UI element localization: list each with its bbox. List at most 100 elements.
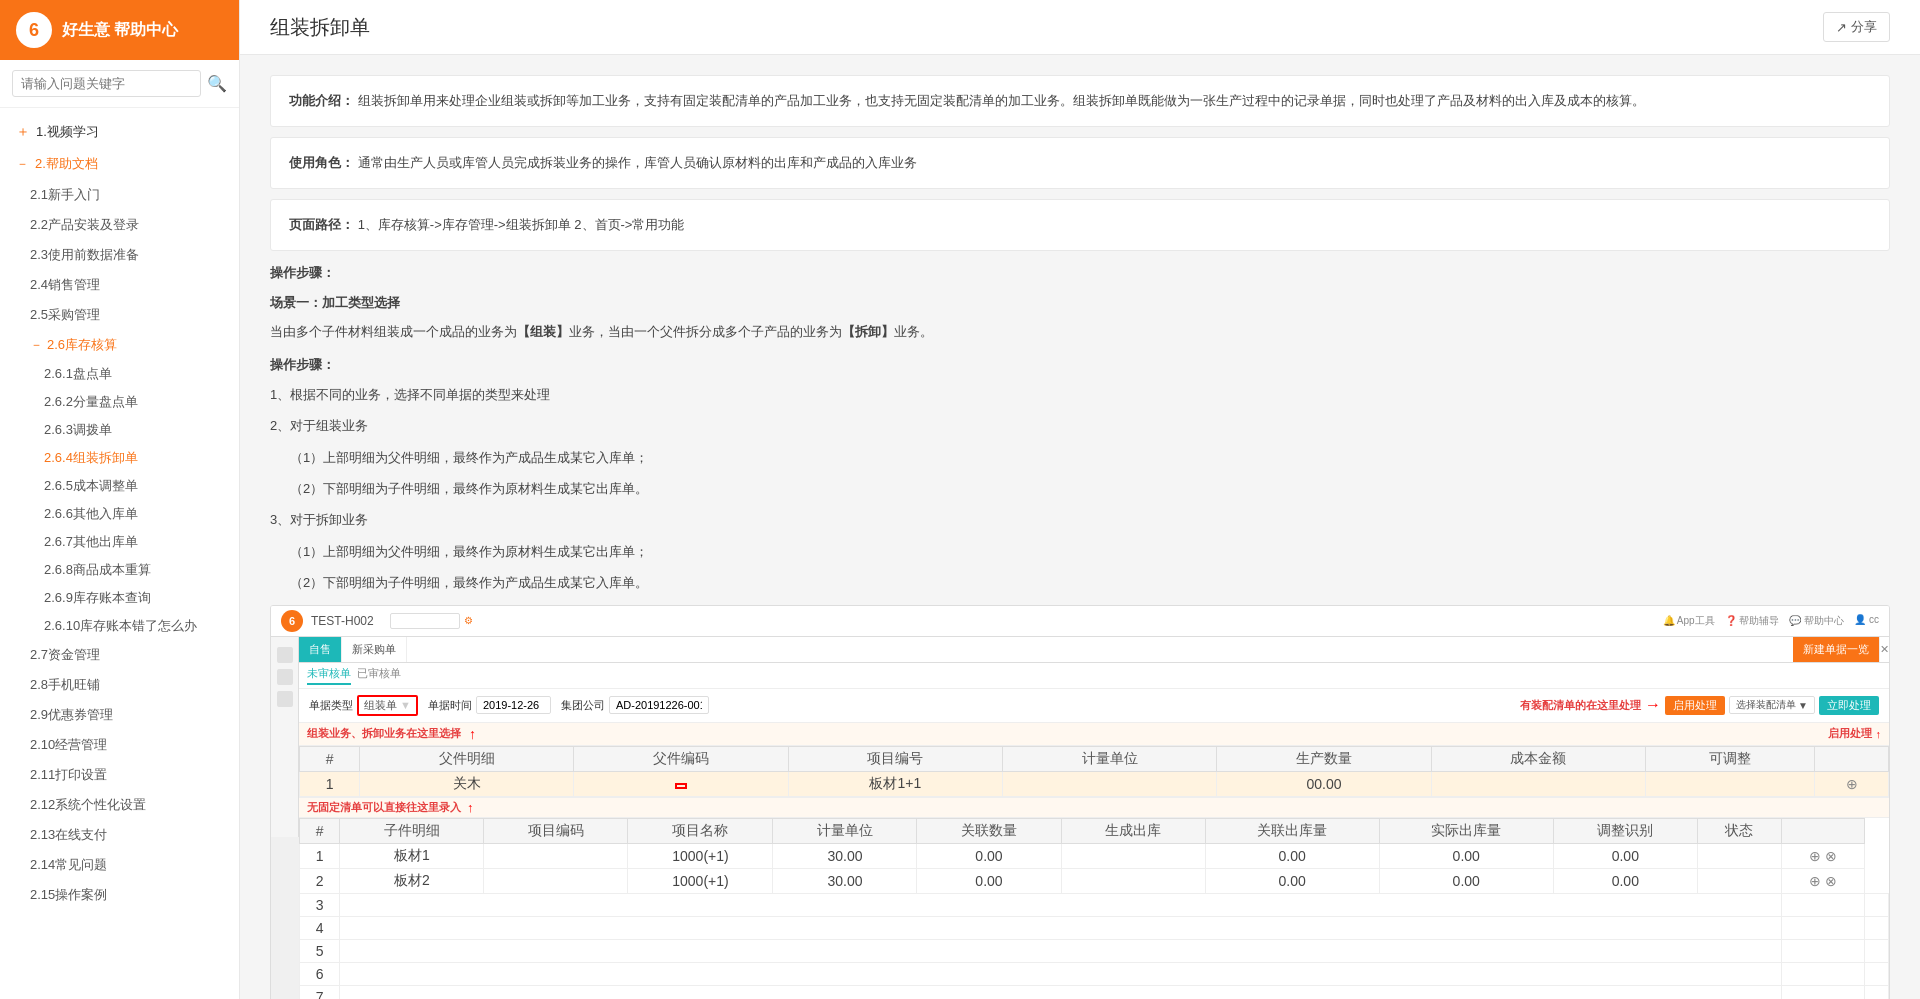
- th-item-num: 项目编号: [788, 746, 1002, 771]
- annotation-area-1: 有装配清单的在这里处理 → 启用处理 选择装配清单 ▼ 立即处理: [1520, 696, 1879, 715]
- td-parent-name: 关木: [360, 771, 574, 796]
- table-row: 3: [300, 893, 1889, 916]
- sidebar-item-coupon[interactable]: 2.9优惠券管理: [0, 700, 239, 730]
- app-bar-apptool: 🔔 App工具: [1663, 614, 1715, 628]
- form-label-date: 单据时间: [428, 698, 472, 713]
- app-body-row: 自售 新采购单 新建单据一览 ✕ 未审核单 已审核单: [271, 637, 1889, 999]
- app-close-btn[interactable]: ✕: [1880, 643, 1889, 656]
- path-box: 页面路径： 1、库存核算->库存管理->组装拆卸单 2、首页->常用功能: [270, 199, 1890, 251]
- search-input[interactable]: [12, 70, 201, 97]
- app-tab-reviewed[interactable]: 已审核单: [357, 666, 401, 685]
- sidebar-item-new-user[interactable]: 2.1新手入门: [0, 180, 239, 210]
- sidebar-item-help-docs[interactable]: － 2.帮助文档: [0, 148, 239, 180]
- sidebar-item-faq[interactable]: 2.14常见问题: [0, 850, 239, 880]
- annotation-row-2: 组装业务、拆卸业务在这里选择 ↑ 启用处理 ↑: [299, 723, 1889, 746]
- td-cost-amt: [1431, 771, 1645, 796]
- td-adjustable: [1645, 771, 1815, 796]
- row-del-icon[interactable]: ⊕ ⊗: [1809, 848, 1837, 864]
- form-field-date: 单据时间: [428, 696, 551, 714]
- table-row: 4: [300, 916, 1889, 939]
- th-seq: #: [300, 746, 360, 771]
- td-item-num: 板材1+1: [788, 771, 1002, 796]
- sidebar-item-inventory-query[interactable]: 2.6.9库存账本查询: [0, 584, 239, 612]
- parent-code-input[interactable]: [675, 783, 687, 789]
- page-title: 组装拆卸单: [270, 14, 370, 41]
- confirm-btn[interactable]: 立即处理: [1819, 696, 1879, 715]
- form-input-group[interactable]: [609, 696, 709, 714]
- form-input-date[interactable]: [476, 696, 551, 714]
- screenshot-container: 6 TEST-H002 ⚙ 🔔 App工具 ❓ 帮助辅导 💬 帮助中心 👤 cc: [270, 605, 1890, 999]
- app-logo-sm: 6: [281, 610, 303, 632]
- sidebar-item-install-login[interactable]: 2.2产品安装及登录: [0, 210, 239, 240]
- sidebar-item-online-pay[interactable]: 2.13在线支付: [0, 820, 239, 850]
- sidebar-item-other-inbound[interactable]: 2.6.6其他入库单: [0, 500, 239, 528]
- share-icon: ↗: [1836, 20, 1847, 35]
- role-text: 通常由生产人员或库管人员完成拆装业务的操作，库管人员确认原材料的出库和产成品的入…: [358, 155, 917, 170]
- sidebar-item-personalization[interactable]: 2.12系统个性化设置: [0, 790, 239, 820]
- sidebar-inventory-subitems: 2.6.1盘点单 2.6.2分量盘点单 2.6.3调拨单 2.6.4组装拆卸单 …: [0, 360, 239, 640]
- table-row: 5: [300, 939, 1889, 962]
- sidebar-item-cases[interactable]: 2.15操作案例: [0, 880, 239, 910]
- th-unit: 计量单位: [1003, 746, 1217, 771]
- app-nav-self-sell[interactable]: 自售: [299, 637, 342, 662]
- arrow-icon-1: →: [1645, 696, 1661, 714]
- form-input-type[interactable]: 组装单 ▼: [357, 695, 418, 716]
- lower-table: # 子件明细 项目编码 项目名称 计量单位 关联数量 生成出库 关联出库量: [299, 818, 1889, 999]
- sidebar-item-operations[interactable]: 2.10经营管理: [0, 730, 239, 760]
- sidebar-header: 6 好生意 帮助中心: [0, 0, 239, 60]
- lth-actual-outbound: 实际出库量: [1379, 818, 1553, 843]
- sidebar-item-cost-recalc[interactable]: 2.6.8商品成本重算: [0, 556, 239, 584]
- arrow-icon-3: ↑: [1876, 728, 1882, 740]
- step1: 1、根据不同的业务，选择不同单据的类型来处理: [270, 383, 1890, 406]
- sidebar-item-video-learning[interactable]: ＋ 1.视频学习: [0, 116, 239, 148]
- sidebar-item-assembly[interactable]: 2.6.4组装拆卸单: [0, 444, 239, 472]
- sidebar-item-partial-stocktake[interactable]: 2.6.2分量盘点单: [0, 388, 239, 416]
- step2-sub1: （1）上部明细为父件明细，最终作为产成品生成某它入库单；: [290, 446, 1890, 469]
- inventory-label: 2.6库存核算: [47, 336, 117, 354]
- sidebar-item-inventory[interactable]: － 2.6库存核算: [0, 330, 239, 360]
- lth-assoc-qty: 关联数量: [917, 818, 1061, 843]
- search-icon[interactable]: 🔍: [207, 74, 227, 93]
- arrow-icon-4: ↑: [467, 800, 474, 815]
- step3-sub2: （2）下部明细为子件明细，最终作为产成品生成某它入库单。: [290, 571, 1890, 594]
- main-header: 组装拆卸单 ↗ 分享: [240, 0, 1920, 55]
- activation-btn[interactable]: 启用处理: [1665, 696, 1725, 715]
- lth-item-name: 项目名称: [628, 818, 773, 843]
- ops-steps-section: 操作步骤： 场景一：加工类型选择 当由多个子件材料组装成一个成品的业务为【组装】…: [270, 261, 1890, 999]
- table-row: 7: [300, 985, 1889, 999]
- row-del-icon2[interactable]: ⊕ ⊗: [1809, 873, 1837, 889]
- row-action-icon[interactable]: ⊕: [1846, 776, 1858, 792]
- app-nav-new-purchase[interactable]: 新采购单: [342, 637, 407, 662]
- sidebar-item-sales[interactable]: 2.4销售管理: [0, 270, 239, 300]
- th-adjustable: 可调整: [1645, 746, 1815, 771]
- app-tab-unreviewed[interactable]: 未审核单: [307, 666, 351, 685]
- td-row-action: ⊕: [1815, 771, 1889, 796]
- app-title: TEST-H002: [311, 614, 374, 628]
- lth-assoc-outbound: 关联出库量: [1205, 818, 1379, 843]
- step3: 3、对于拆卸业务: [270, 508, 1890, 531]
- annotation-text-1: 有装配清单的在这里处理: [1520, 698, 1641, 713]
- sidebar-item-data-prep[interactable]: 2.3使用前数据准备: [0, 240, 239, 270]
- main-content: 功能介绍： 组装拆卸单用来处理企业组装或拆卸等加工业务，支持有固定装配清单的产品…: [240, 55, 1920, 999]
- upper-table-area: # 父件明细 父件编码 项目编号 计量单位 生产数量 成本金额 可调整: [299, 746, 1889, 798]
- sidebar-item-print[interactable]: 2.11打印设置: [0, 760, 239, 790]
- select-config-list[interactable]: 选择装配清单 ▼: [1729, 696, 1815, 714]
- expand-icon: ＋: [16, 123, 30, 141]
- share-button[interactable]: ↗ 分享: [1823, 12, 1890, 42]
- sidebar-item-mobile[interactable]: 2.8手机旺铺: [0, 670, 239, 700]
- share-label: 分享: [1851, 18, 1877, 36]
- form-label-type: 单据类型: [309, 698, 353, 713]
- th-prod-qty: 生产数量: [1217, 746, 1431, 771]
- sidebar-item-purchase[interactable]: 2.5采购管理: [0, 300, 239, 330]
- sidebar-item-transfer[interactable]: 2.6.3调拨单: [0, 416, 239, 444]
- sidebar-item-finance[interactable]: 2.7资金管理: [0, 640, 239, 670]
- sidebar-item-inventory-fix[interactable]: 2.6.10库存账本错了怎么办: [0, 612, 239, 640]
- sidebar-item-stocktake[interactable]: 2.6.1盘点单: [0, 360, 239, 388]
- sidebar-item-cost-adjust[interactable]: 2.6.5成本调整单: [0, 472, 239, 500]
- lower-table-area: # 子件明细 项目编码 项目名称 计量单位 关联数量 生成出库 关联出库量: [299, 818, 1889, 999]
- app-logo: 6: [16, 12, 52, 48]
- mock-screenshot: 6 TEST-H002 ⚙ 🔔 App工具 ❓ 帮助辅导 💬 帮助中心 👤 cc: [271, 606, 1889, 999]
- app-nav-new-order-btn[interactable]: 新建单据一览: [1793, 637, 1880, 662]
- td-seq: 1: [300, 771, 360, 796]
- sidebar-item-other-outbound[interactable]: 2.6.7其他出库单: [0, 528, 239, 556]
